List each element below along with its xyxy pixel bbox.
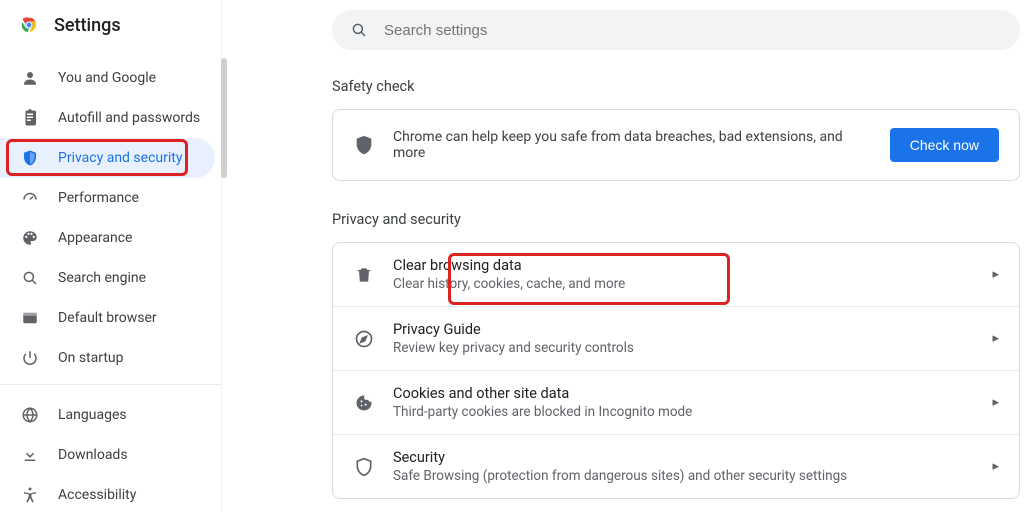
row-title: Security xyxy=(393,449,974,466)
shield-icon xyxy=(20,149,40,167)
app: Settings You and Google Autofill and pas… xyxy=(0,0,1024,512)
sidebar-item-languages[interactable]: Languages xyxy=(0,395,215,435)
check-now-button[interactable]: Check now xyxy=(890,128,999,162)
sidebar-item-label: Search engine xyxy=(58,270,146,286)
row-body: Security Safe Browsing (protection from … xyxy=(393,449,974,484)
privacy-security-heading: Privacy and security xyxy=(332,211,1020,228)
sidebar-item-label: You and Google xyxy=(58,70,156,86)
row-sub: Third-party cookies are blocked in Incog… xyxy=(393,404,974,420)
speedometer-icon xyxy=(20,189,40,207)
row-sub: Clear history, cookies, cache, and more xyxy=(393,276,974,292)
sidebar-item-label: Default browser xyxy=(58,310,157,326)
sidebar-item-accessibility[interactable]: Accessibility xyxy=(0,475,215,515)
sidebar-item-you-and-google[interactable]: You and Google xyxy=(0,58,215,98)
row-body: Clear browsing data Clear history, cooki… xyxy=(393,257,974,292)
cookie-icon xyxy=(353,393,375,413)
sidebar-item-label: Downloads xyxy=(58,447,128,463)
row-title: Privacy Guide xyxy=(393,321,974,338)
sidebar-item-privacy-security[interactable]: Privacy and security xyxy=(0,138,215,178)
shield2-icon xyxy=(353,457,375,477)
page-title: Settings xyxy=(54,15,121,36)
power-icon xyxy=(20,349,40,367)
compass-icon xyxy=(353,329,375,349)
sidebar-item-downloads[interactable]: Downloads xyxy=(0,435,215,475)
sidebar: Settings You and Google Autofill and pas… xyxy=(0,0,222,512)
scrollbar[interactable] xyxy=(221,58,227,178)
sidebar-item-autofill[interactable]: Autofill and passwords xyxy=(0,98,215,138)
row-body: Cookies and other site data Third-party … xyxy=(393,385,974,420)
sidebar-item-label: Autofill and passwords xyxy=(58,110,200,126)
download-icon xyxy=(20,446,40,464)
safety-check-text: Chrome can help keep you safe from data … xyxy=(393,129,872,161)
nav-secondary: Languages Downloads Accessibility xyxy=(0,391,221,515)
privacy-security-card: Clear browsing data Clear history, cooki… xyxy=(332,242,1020,499)
row-cookies[interactable]: Cookies and other site data Third-party … xyxy=(333,370,1019,434)
sidebar-item-label: Performance xyxy=(58,190,139,206)
accessibility-icon xyxy=(20,486,40,504)
sidebar-item-search-engine[interactable]: Search engine xyxy=(0,258,215,298)
sidebar-item-on-startup[interactable]: On startup xyxy=(0,338,215,378)
safety-check-card: Chrome can help keep you safe from data … xyxy=(332,109,1020,181)
sidebar-divider xyxy=(0,384,221,385)
sidebar-item-performance[interactable]: Performance xyxy=(0,178,215,218)
content: Safety check Chrome can help keep you sa… xyxy=(332,78,1020,499)
row-body: Privacy Guide Review key privacy and sec… xyxy=(393,321,974,356)
sidebar-item-label: Accessibility xyxy=(58,487,136,503)
browser-icon xyxy=(20,309,40,327)
chevron-right-icon: ▸ xyxy=(992,395,999,410)
sidebar-header: Settings xyxy=(0,0,221,54)
row-sub: Safe Browsing (protection from dangerous… xyxy=(393,468,974,484)
row-sub: Review key privacy and security controls xyxy=(393,340,974,356)
globe-icon xyxy=(20,406,40,424)
safety-check-heading: Safety check xyxy=(332,78,1020,95)
chrome-logo-icon xyxy=(18,14,40,36)
chevron-right-icon: ▸ xyxy=(992,331,999,346)
row-security[interactable]: Security Safe Browsing (protection from … xyxy=(333,434,1019,498)
sidebar-item-appearance[interactable]: Appearance xyxy=(0,218,215,258)
palette-icon xyxy=(20,229,40,247)
row-privacy-guide[interactable]: Privacy Guide Review key privacy and sec… xyxy=(333,306,1019,370)
chevron-right-icon: ▸ xyxy=(992,459,999,474)
row-clear-browsing-data[interactable]: Clear browsing data Clear history, cooki… xyxy=(333,243,1019,306)
sidebar-item-label: Languages xyxy=(58,407,127,423)
main: Safety check Chrome can help keep you sa… xyxy=(222,0,1024,512)
sidebar-item-label: On startup xyxy=(58,350,124,366)
sidebar-item-label: Privacy and security xyxy=(58,150,182,166)
nav-primary: You and Google Autofill and passwords Pr… xyxy=(0,54,221,378)
row-title: Clear browsing data xyxy=(393,257,974,274)
chevron-right-icon: ▸ xyxy=(992,267,999,282)
search-input[interactable] xyxy=(384,22,1002,39)
sidebar-item-default-browser[interactable]: Default browser xyxy=(0,298,215,338)
row-title: Cookies and other site data xyxy=(393,385,974,402)
search-wrap xyxy=(332,10,1020,50)
sidebar-item-label: Appearance xyxy=(58,230,132,246)
shield-check-icon xyxy=(353,134,375,156)
search-icon xyxy=(350,21,368,39)
person-icon xyxy=(20,69,40,87)
search-icon xyxy=(20,269,40,287)
trash-icon xyxy=(353,265,375,285)
search-settings[interactable] xyxy=(332,10,1020,50)
clipboard-icon xyxy=(20,109,40,127)
